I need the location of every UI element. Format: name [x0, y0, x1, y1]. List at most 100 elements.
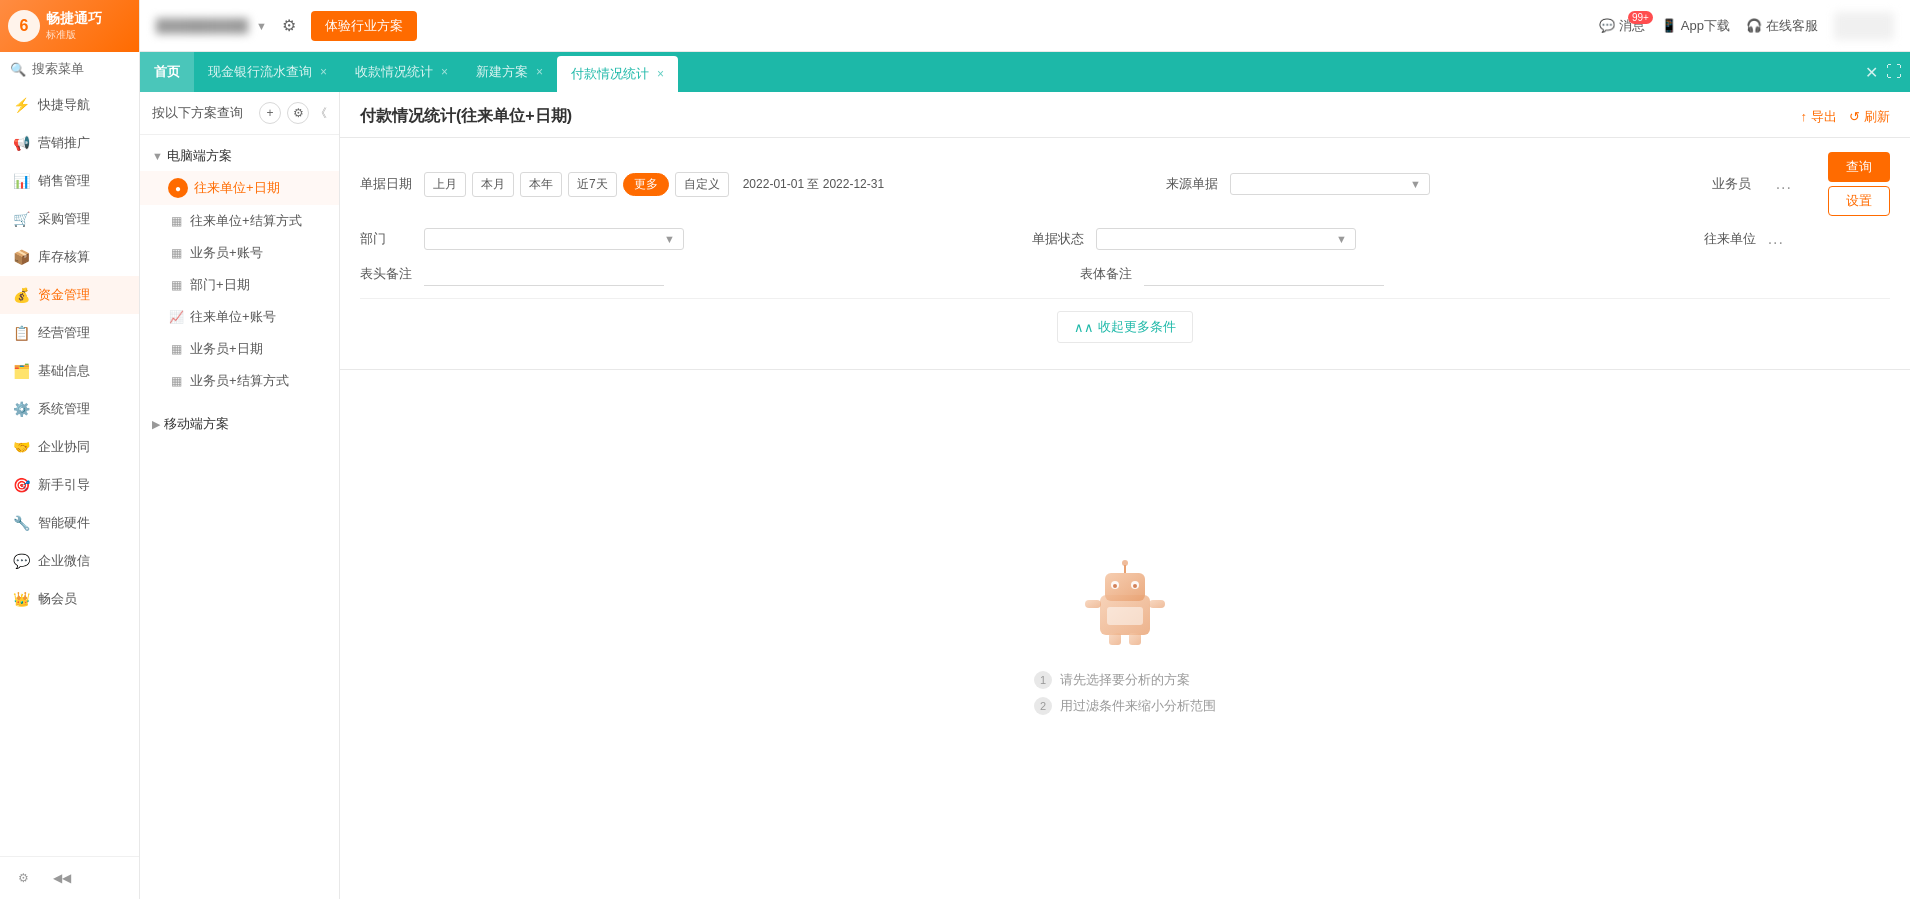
tab-close-all-btn[interactable]: ✕: [1865, 63, 1878, 82]
tab-new-scheme-label: 新建方案: [476, 63, 528, 81]
tab-new-scheme-close[interactable]: ×: [536, 65, 543, 79]
query-btn[interactable]: 查询: [1828, 152, 1890, 182]
tab-bank-flow-label: 现金银行流水查询: [208, 63, 312, 81]
scheme-item-partner-account[interactable]: 📈 往来单位+账号: [140, 301, 339, 333]
topbar-service-btn[interactable]: 🎧 在线客服: [1746, 17, 1818, 35]
this-year-btn[interactable]: 本年: [520, 172, 562, 197]
custom-btn[interactable]: 自定义: [675, 172, 729, 197]
sidebar-item-cooperation[interactable]: 🤝 企业协同: [0, 428, 139, 466]
sidebar-item-sales[interactable]: 📊 销售管理: [0, 162, 139, 200]
export-icon: ↑: [1801, 109, 1808, 124]
mobile-group-label: 移动端方案: [164, 415, 229, 433]
sidebar-item-vip[interactable]: 👑 畅会员: [0, 580, 139, 618]
scheme-item-dept-date[interactable]: ▦ 部门+日期: [140, 269, 339, 301]
last-month-btn[interactable]: 上月: [424, 172, 466, 197]
scheme-panel: 按以下方案查询 + ⚙ 《 ▼ 电脑端方案 ● 往来单位+日期: [140, 92, 340, 899]
scheme-item-dept-date-label: 部门+日期: [190, 276, 250, 294]
basic-info-icon: 🗂️: [12, 362, 30, 380]
table-icon-4: ▦: [168, 341, 184, 357]
table-header-note-label: 表头备注: [360, 265, 416, 283]
search-icon: 🔍: [10, 62, 26, 77]
logo-icon: 6: [8, 10, 40, 42]
tab-fullscreen-btn[interactable]: ⛶: [1886, 63, 1902, 81]
topbar-settings-icon[interactable]: ⚙: [275, 12, 303, 40]
scheme-panel-title: 按以下方案查询: [152, 104, 243, 122]
tab-receipt-stats-label: 收款情况统计: [355, 63, 433, 81]
capital-label: 资金管理: [38, 286, 90, 304]
source-bill-select[interactable]: ▼: [1230, 173, 1430, 195]
footer-collapse-btn[interactable]: ◀◀: [45, 867, 79, 889]
table-header-note-group: 表头备注: [360, 262, 664, 286]
trial-btn[interactable]: 体验行业方案: [311, 11, 417, 41]
last7-btn[interactable]: 近7天: [568, 172, 617, 197]
more-btn[interactable]: 更多: [623, 173, 669, 196]
bill-status-select[interactable]: ▼: [1096, 228, 1356, 250]
sidebar-item-basic-info[interactable]: 🗂️ 基础信息: [0, 352, 139, 390]
sidebar-item-hardware[interactable]: 🔧 智能硬件: [0, 504, 139, 542]
tab-payment-stats[interactable]: 付款情况统计 ×: [557, 56, 678, 92]
sidebar-item-purchase[interactable]: 🛒 采购管理: [0, 200, 139, 238]
scheme-collapse-btn[interactable]: 《: [315, 105, 327, 122]
collapse-label: 收起更多条件: [1098, 318, 1176, 336]
tab-payment-stats-close[interactable]: ×: [657, 67, 664, 81]
topbar-app-btn[interactable]: 📱 App下载: [1661, 17, 1730, 35]
partner-group: 往来单位 ...: [1704, 230, 1784, 248]
scheme-item-partner-settle[interactable]: ▦ 往来单位+结算方式: [140, 205, 339, 237]
table-body-note-group: 表体备注: [1080, 262, 1384, 286]
refresh-btn[interactable]: ↺ 刷新: [1849, 108, 1890, 126]
sidebar-item-capital[interactable]: 💰 资金管理: [0, 276, 139, 314]
scheme-mobile-header[interactable]: ▶ 移动端方案: [140, 409, 339, 439]
sidebar-item-quick-nav[interactable]: ⚡ 快捷导航: [0, 86, 139, 124]
content-area: 按以下方案查询 + ⚙ 《 ▼ 电脑端方案 ● 往来单位+日期: [140, 92, 1910, 899]
sidebar-item-guide[interactable]: 🎯 新手引导: [0, 466, 139, 504]
topbar-dropdown-arrow[interactable]: ▼: [256, 20, 267, 32]
sidebar-item-marketing[interactable]: 📢 营销推广: [0, 124, 139, 162]
tab-bank-flow-close[interactable]: ×: [320, 65, 327, 79]
tab-receipt-stats-close[interactable]: ×: [441, 65, 448, 79]
scheme-item-salesman-account[interactable]: ▦ 业务员+账号: [140, 237, 339, 269]
export-label: 导出: [1811, 108, 1837, 126]
scheme-item-partner-date[interactable]: ● 往来单位+日期: [140, 171, 339, 205]
collapse-conditions-btn[interactable]: ∧∧ 收起更多条件: [1057, 311, 1193, 343]
bill-status-group: 单据状态 ▼: [1032, 228, 1356, 250]
tab-bank-flow[interactable]: 现金银行流水查询 ×: [194, 52, 341, 92]
tab-home[interactable]: 首页: [140, 52, 194, 92]
guide-icon: 🎯: [12, 476, 30, 494]
sidebar-item-wechat[interactable]: 💬 企业微信: [0, 542, 139, 580]
scheme-item-salesman-account-label: 业务员+账号: [190, 244, 263, 262]
sidebar-item-operation[interactable]: 📋 经营管理: [0, 314, 139, 352]
topbar-avatar[interactable]: [1834, 12, 1894, 40]
tabbar-spacer: [678, 52, 1857, 92]
scheme-item-salesman-date[interactable]: ▦ 业务员+日期: [140, 333, 339, 365]
scheme-desktop-header[interactable]: ▼ 电脑端方案: [140, 141, 339, 171]
svg-rect-11: [1129, 633, 1141, 645]
filter-settings-btn[interactable]: 设置: [1828, 186, 1890, 216]
partner-select[interactable]: ...: [1768, 230, 1784, 248]
export-btn[interactable]: ↑ 导出: [1801, 108, 1838, 126]
scheme-add-btn[interactable]: +: [259, 102, 281, 124]
scheme-settings-btn[interactable]: ⚙: [287, 102, 309, 124]
dept-select[interactable]: ▼: [424, 228, 684, 250]
table-icon-1: ▦: [168, 213, 184, 229]
sidebar: 6 畅捷通巧 标准版 🔍 搜索菜单 ⚡ 快捷导航 📢 营销推广 📊 销售管理 🛒…: [0, 0, 140, 899]
source-bill-arrow: ▼: [1410, 178, 1421, 190]
dept-label: 部门: [360, 230, 416, 248]
sidebar-item-system[interactable]: ⚙️ 系统管理: [0, 390, 139, 428]
footer-settings-btn[interactable]: ⚙: [10, 867, 37, 889]
cooperation-label: 企业协同: [38, 438, 90, 456]
salesman-select[interactable]: ...: [1776, 175, 1792, 193]
this-month-btn[interactable]: 本月: [472, 172, 514, 197]
tab-new-scheme[interactable]: 新建方案 ×: [462, 52, 557, 92]
topbar-msg-btn[interactable]: 💬 消息 99+: [1599, 17, 1645, 35]
svg-rect-8: [1085, 600, 1101, 608]
scheme-item-salesman-settle[interactable]: ▦ 业务员+结算方式: [140, 365, 339, 397]
empty-tip-row-2: 2 用过滤条件来缩小分析范围: [1034, 697, 1216, 715]
sidebar-search[interactable]: 🔍 搜索菜单: [0, 52, 139, 86]
sidebar-item-inventory[interactable]: 📦 库存核算: [0, 238, 139, 276]
tab-payment-stats-label: 付款情况统计: [571, 65, 649, 83]
right-main-panel: 付款情况统计(往来单位+日期) ↑ 导出 ↺ 刷新: [340, 92, 1910, 899]
tab-receipt-stats[interactable]: 收款情况统计 ×: [341, 52, 462, 92]
table-header-note-input[interactable]: [424, 262, 664, 286]
table-body-note-input[interactable]: [1144, 262, 1384, 286]
msg-badge: 99+: [1628, 11, 1653, 24]
